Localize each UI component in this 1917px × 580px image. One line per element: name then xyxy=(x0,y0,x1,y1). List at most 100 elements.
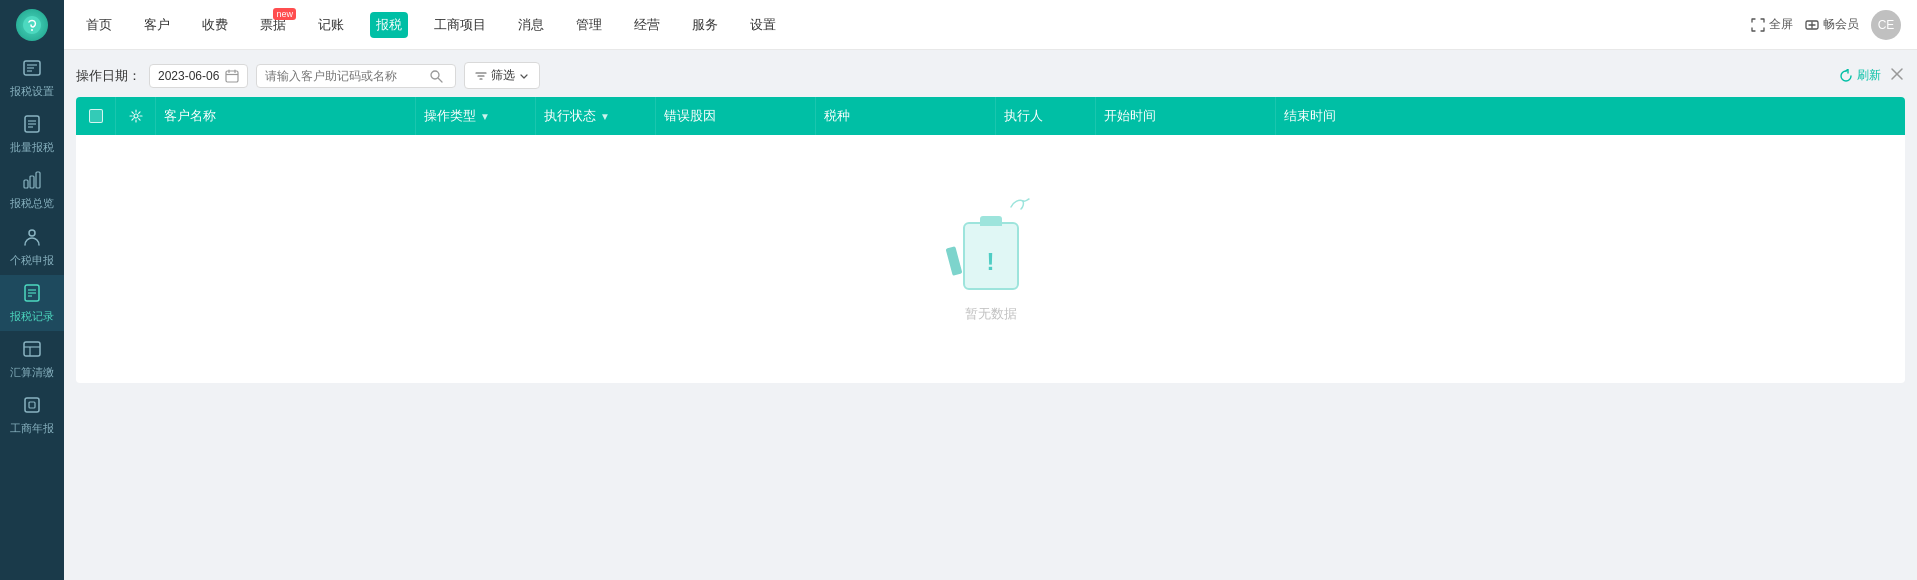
tax-summary-icon xyxy=(22,170,42,193)
data-table: 客户名称 操作类型 ▼ 执行状态 ▼ 错误股因 税种 xyxy=(76,97,1905,383)
th-tax-type: 税种 xyxy=(816,97,996,135)
fullscreen-button[interactable]: 全屏 xyxy=(1751,16,1793,33)
nav-industrial[interactable]: 工商项目 xyxy=(428,12,492,38)
refresh-icon xyxy=(1839,69,1853,83)
sidebar-item-tax-settings-label: 报税设置 xyxy=(10,85,54,98)
svg-line-28 xyxy=(439,78,443,82)
page-content: 操作日期： 2023-06-06 xyxy=(64,50,1917,580)
tax-records-icon xyxy=(22,283,42,306)
th-start-time: 开始时间 xyxy=(1096,97,1276,135)
new-badge: new xyxy=(273,8,296,21)
search-input[interactable] xyxy=(265,69,425,83)
clipboard-clip xyxy=(980,216,1002,226)
nav-home[interactable]: 首页 xyxy=(80,12,118,38)
svg-rect-10 xyxy=(30,176,34,188)
sidebar-item-tax-records[interactable]: 报税记录 xyxy=(0,275,64,331)
main-area: 首页 客户 收费 票据 new 记账 报税 工商项目 消息 管理 经营 服务 设… xyxy=(64,0,1917,580)
th-customer-name: 客户名称 xyxy=(156,97,416,135)
sidebar-item-annual-report-label: 工商年报 xyxy=(10,422,54,435)
pen-shape xyxy=(945,246,962,276)
nav-management[interactable]: 管理 xyxy=(570,12,608,38)
sidebar-item-tax-records-label: 报税记录 xyxy=(10,310,54,323)
filter-label: 筛选 xyxy=(491,67,515,84)
sidebar-item-settlement-label: 汇算清缴 xyxy=(10,366,54,379)
svg-point-12 xyxy=(29,230,35,236)
nav-customer[interactable]: 客户 xyxy=(138,12,176,38)
personal-tax-icon xyxy=(22,227,42,250)
clipboard-shape: ! xyxy=(963,222,1019,290)
th-settings[interactable] xyxy=(116,97,156,135)
settlement-icon xyxy=(22,339,42,362)
nav-operations[interactable]: 经营 xyxy=(628,12,666,38)
svg-rect-17 xyxy=(24,342,40,356)
svg-rect-20 xyxy=(25,398,39,412)
bird-shape xyxy=(1009,197,1031,218)
nav-items: 首页 客户 收费 票据 new 记账 报税 工商项目 消息 管理 经营 服务 设… xyxy=(80,12,1751,38)
nav-tax[interactable]: 报税 xyxy=(370,12,408,38)
nav-services[interactable]: 服务 xyxy=(686,12,724,38)
select-all-checkbox[interactable] xyxy=(89,109,103,123)
date-picker[interactable]: 2023-06-06 xyxy=(149,64,248,88)
th-exec-status[interactable]: 执行状态 ▼ xyxy=(536,97,656,135)
svg-rect-21 xyxy=(29,402,35,408)
top-navigation: 首页 客户 收费 票据 new 记账 报税 工商项目 消息 管理 经营 服务 设… xyxy=(64,0,1917,50)
avatar[interactable]: CE xyxy=(1871,10,1901,40)
svg-point-31 xyxy=(134,114,138,118)
sidebar-item-tax-settings[interactable]: 报税设置 xyxy=(0,50,64,106)
batch-tax-icon xyxy=(22,114,42,137)
table-header: 客户名称 操作类型 ▼ 执行状态 ▼ 错误股因 税种 xyxy=(76,97,1905,135)
refresh-label: 刷新 xyxy=(1857,67,1881,84)
search-box[interactable] xyxy=(256,64,456,88)
app-logo[interactable] xyxy=(16,9,48,41)
th-end-time: 结束时间 xyxy=(1276,97,1426,135)
sidebar-logo xyxy=(0,0,64,50)
th-checkbox[interactable] xyxy=(76,97,116,135)
column-settings-icon xyxy=(129,109,143,123)
sidebar-item-personal-tax[interactable]: 个税申报 xyxy=(0,219,64,275)
sidebar-item-batch-tax[interactable]: 批量报税 xyxy=(0,106,64,162)
svg-rect-23 xyxy=(226,71,238,82)
empty-illustration: ! xyxy=(941,195,1041,295)
filter-button[interactable]: 筛选 xyxy=(464,62,540,89)
svg-point-27 xyxy=(431,71,439,79)
exclamation-mark: ! xyxy=(987,248,995,276)
member-button[interactable]: 畅会员 xyxy=(1805,16,1859,33)
sidebar-item-annual-report[interactable]: 工商年报 xyxy=(0,387,64,443)
svg-rect-9 xyxy=(24,180,28,188)
date-label: 操作日期： xyxy=(76,67,141,85)
sidebar-item-personal-tax-label: 个税申报 xyxy=(10,254,54,267)
sidebar-item-settlement[interactable]: 汇算清缴 xyxy=(0,331,64,387)
close-icon xyxy=(1889,66,1905,82)
exclamation-area: ! xyxy=(965,230,1017,294)
chevron-down-icon xyxy=(519,71,529,81)
sidebar-item-tax-summary[interactable]: 报税总览 xyxy=(0,162,64,218)
sidebar-item-batch-tax-label: 批量报税 xyxy=(10,141,54,154)
topnav-right: 全屏 畅会员 CE xyxy=(1751,10,1901,40)
date-value: 2023-06-06 xyxy=(158,69,219,83)
filter-icon xyxy=(475,70,487,82)
empty-text: 暂无数据 xyxy=(965,305,1017,323)
refresh-button[interactable]: 刷新 xyxy=(1839,67,1881,84)
content-area: 操作日期： 2023-06-06 xyxy=(64,50,1917,580)
empty-state: ! 暂无数据 xyxy=(76,135,1905,383)
sort-icon-operation-type: ▼ xyxy=(480,111,490,122)
calendar-icon xyxy=(225,69,239,83)
annual-report-icon xyxy=(22,395,42,418)
toolbar: 操作日期： 2023-06-06 xyxy=(76,62,1905,89)
sidebar: 报税设置 批量报税 报税总览 xyxy=(0,0,64,580)
nav-settings[interactable]: 设置 xyxy=(744,12,782,38)
tax-settings-icon xyxy=(22,58,42,81)
svg-rect-11 xyxy=(36,172,40,188)
th-error-reason: 错误股因 xyxy=(656,97,816,135)
nav-billing[interactable]: 收费 xyxy=(196,12,234,38)
search-icon xyxy=(429,69,443,83)
th-operation-type[interactable]: 操作类型 ▼ xyxy=(416,97,536,135)
nav-bookkeeping[interactable]: 记账 xyxy=(312,12,350,38)
close-button[interactable] xyxy=(1889,66,1905,86)
sort-icon-exec-status: ▼ xyxy=(600,111,610,122)
sidebar-item-tax-summary-label: 报税总览 xyxy=(10,197,54,210)
nav-messages[interactable]: 消息 xyxy=(512,12,550,38)
nav-invoice[interactable]: 票据 new xyxy=(254,12,292,38)
th-executor: 执行人 xyxy=(996,97,1096,135)
svg-point-0 xyxy=(31,29,33,31)
